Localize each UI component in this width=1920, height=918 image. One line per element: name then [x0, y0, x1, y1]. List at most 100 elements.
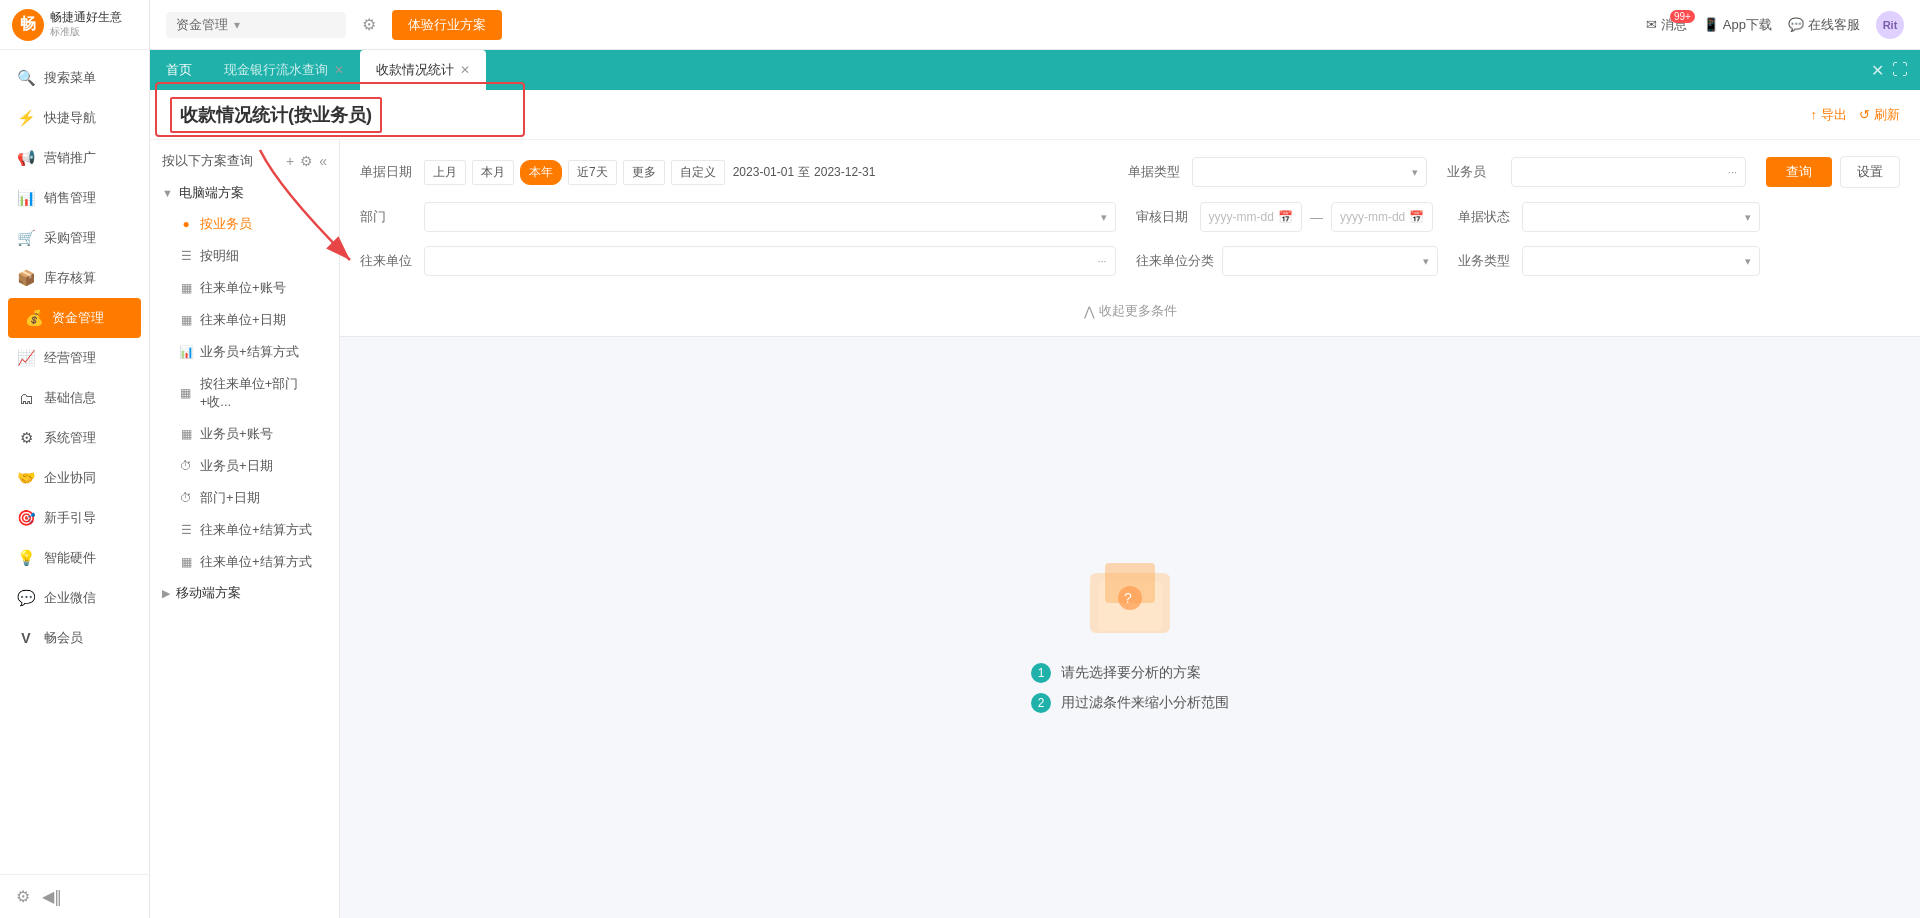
scheme-item-icon-salesperson: ● [178, 216, 194, 232]
online-service-button[interactable]: 💬 在线客服 [1788, 16, 1860, 34]
biz-type-select[interactable]: ▾ [1522, 246, 1760, 276]
scheme-item-by-detail[interactable]: ☰ 按明细 [150, 240, 339, 272]
scheme-item-label: 部门+日期 [200, 489, 260, 507]
content-area: 按以下方案查询 + ⚙ « ▼ 电脑端方案 ● 按业务员 ☰ [150, 140, 1920, 918]
date-btn-custom[interactable]: 自定义 [671, 160, 725, 185]
tab-bank-flow[interactable]: 现金银行流水查询 ✕ [208, 50, 360, 90]
sidebar-item-quick-nav[interactable]: ⚡ 快捷导航 [0, 98, 149, 138]
logo-area: 畅 畅捷通好生意 标准版 [0, 0, 149, 50]
tab-collection-stats[interactable]: 收款情况统计 ✕ [360, 50, 486, 90]
tab-bank-flow-close-icon[interactable]: ✕ [334, 63, 344, 77]
filter-date-item: 单据日期 上月 本月 本年 近7天 更多 自定义 2023-01-01 至 [360, 160, 1108, 185]
salesperson-select[interactable]: ··· [1511, 157, 1746, 187]
scheme-item-partner-account[interactable]: ▦ 往来单位+账号 [150, 272, 339, 304]
tab-collection-stats-label: 收款情况统计 [376, 61, 454, 79]
breadcrumb-chevron-icon[interactable]: ▾ [234, 18, 240, 32]
user-avatar[interactable]: Rit [1876, 11, 1904, 39]
sidebar-item-label: 系统管理 [44, 429, 96, 447]
vip-icon: V [16, 628, 36, 648]
scheme-item-partner-dept[interactable]: ▦ 按往来单位+部门+收... [150, 368, 339, 418]
collapse-sidebar-icon[interactable]: ◀‖ [42, 887, 62, 906]
partner-classify-select[interactable]: ▾ [1222, 246, 1438, 276]
logo-badge: 标准版 [50, 25, 122, 39]
app-download-button[interactable]: 📱 App下载 [1703, 16, 1772, 34]
quick-nav-icon: ⚡ [16, 108, 36, 128]
sidebar-item-basic[interactable]: 🗂 基础信息 [0, 378, 149, 418]
settings-bottom-icon[interactable]: ⚙ [16, 887, 30, 906]
date-btn-last-month[interactable]: 上月 [424, 160, 466, 185]
sidebar-item-vip[interactable]: V 畅会员 [0, 618, 149, 658]
scheme-item-salesperson-date[interactable]: ⏱ 业务员+日期 [150, 450, 339, 482]
scheme-group-mobile-arrow: ▶ [162, 587, 170, 600]
dept-label: 部门 [360, 208, 416, 226]
breadcrumb[interactable]: 资金管理 ▾ [166, 12, 346, 38]
export-button[interactable]: ↑ 导出 [1811, 106, 1848, 124]
scheme-settings-icon[interactable]: ⚙ [300, 153, 313, 169]
date-range-display: 2023-01-01 至 2023-12-31 [733, 164, 876, 181]
filter-row-2: 部门 ▾ 审核日期 yyyy-mm-dd 📅 — [360, 202, 1900, 232]
scheme-item-partner-settle2[interactable]: ▦ 往来单位+结算方式 [150, 546, 339, 578]
sidebar-item-purchase[interactable]: 🛒 采购管理 [0, 218, 149, 258]
review-date-from-input[interactable]: yyyy-mm-dd 📅 [1200, 202, 1302, 232]
date-separator: 至 [798, 164, 810, 181]
filter-salesperson-item: 业务员 ··· [1447, 157, 1746, 187]
trial-button[interactable]: 体验行业方案 [392, 10, 502, 40]
date-btn-this-month[interactable]: 本月 [472, 160, 514, 185]
sales-icon: 📊 [16, 188, 36, 208]
tab-expand-icon[interactable]: ⛶ [1892, 61, 1908, 79]
tab-home[interactable]: 首页 [150, 50, 208, 90]
scheme-item-salesperson-account[interactable]: ▦ 业务员+账号 [150, 418, 339, 450]
scheme-item-salesperson-settle[interactable]: 📊 业务员+结算方式 [150, 336, 339, 368]
operation-icon: 📈 [16, 348, 36, 368]
dept-select[interactable]: ▾ [424, 202, 1116, 232]
collapse-section: ⋀ 收起更多条件 [360, 290, 1900, 336]
scheme-item-partner-settle1[interactable]: ☰ 往来单位+结算方式 [150, 514, 339, 546]
topbar-gear-icon[interactable]: ⚙ [358, 11, 380, 38]
scheme-group-pc-title[interactable]: ▼ 电脑端方案 [150, 178, 339, 208]
message-button[interactable]: ✉ 消息 99+ [1646, 16, 1687, 34]
tab-collection-stats-close-icon[interactable]: ✕ [460, 63, 470, 77]
enterprise-icon: 🤝 [16, 468, 36, 488]
sidebar-item-enterprise[interactable]: 🤝 企业协同 [0, 458, 149, 498]
partner-more-icon[interactable]: ··· [1097, 255, 1106, 267]
partner-select[interactable]: ··· [424, 246, 1116, 276]
refresh-button[interactable]: ↺ 刷新 [1859, 106, 1900, 124]
query-button[interactable]: 查询 [1766, 157, 1832, 187]
date-btn-more[interactable]: 更多 [623, 160, 665, 185]
sidebar-item-label: 资金管理 [52, 309, 104, 327]
doc-status-select[interactable]: ▾ [1522, 202, 1760, 232]
settings-button[interactable]: 设置 [1840, 156, 1900, 188]
scheme-item-partner-date[interactable]: ▦ 往来单位+日期 [150, 304, 339, 336]
scheme-group-mobile-title[interactable]: ▶ 移动端方案 [150, 578, 339, 608]
doc-type-select[interactable]: ▾ [1192, 157, 1427, 187]
filter-doc-type-item: 单据类型 ▾ [1128, 157, 1427, 187]
service-icon: 💬 [1788, 17, 1804, 32]
collapse-button[interactable]: ⋀ 收起更多条件 [1076, 294, 1185, 328]
scheme-item-by-salesperson[interactable]: ● 按业务员 [150, 208, 339, 240]
inventory-icon: 📦 [16, 268, 36, 288]
salesperson-more-icon[interactable]: ··· [1728, 166, 1737, 178]
tab-close-all-icon[interactable]: ✕ [1871, 61, 1884, 80]
scheme-item-label: 按业务员 [200, 215, 252, 233]
page-header: 收款情况统计(按业务员) ↑ 导出 ↺ 刷新 [150, 90, 1920, 140]
sidebar-item-system[interactable]: ⚙ 系统管理 [0, 418, 149, 458]
tab-home-label: 首页 [166, 61, 192, 79]
date-btn-this-year[interactable]: 本年 [520, 160, 562, 185]
finance-icon: 💰 [24, 308, 44, 328]
sidebar-item-finance[interactable]: 💰 资金管理 [8, 298, 141, 338]
scheme-collapse-icon[interactable]: « [319, 153, 327, 169]
sidebar-item-sales[interactable]: 📊 销售管理 [0, 178, 149, 218]
sidebar-item-marketing[interactable]: 📢 营销推广 [0, 138, 149, 178]
scheme-item-label: 业务员+结算方式 [200, 343, 299, 361]
sidebar-item-wechat[interactable]: 💬 企业微信 [0, 578, 149, 618]
hint-num-2: 2 [1031, 693, 1051, 713]
sidebar-item-search[interactable]: 🔍 搜索菜单 [0, 58, 149, 98]
scheme-add-icon[interactable]: + [286, 153, 294, 169]
review-date-to-input[interactable]: yyyy-mm-dd 📅 [1331, 202, 1433, 232]
date-btn-7days[interactable]: 近7天 [568, 160, 617, 185]
sidebar-item-operation[interactable]: 📈 经营管理 [0, 338, 149, 378]
sidebar-item-guide[interactable]: 🎯 新手引导 [0, 498, 149, 538]
sidebar-item-hardware[interactable]: 💡 智能硬件 [0, 538, 149, 578]
sidebar-item-inventory[interactable]: 📦 库存核算 [0, 258, 149, 298]
scheme-item-dept-date[interactable]: ⏱ 部门+日期 [150, 482, 339, 514]
